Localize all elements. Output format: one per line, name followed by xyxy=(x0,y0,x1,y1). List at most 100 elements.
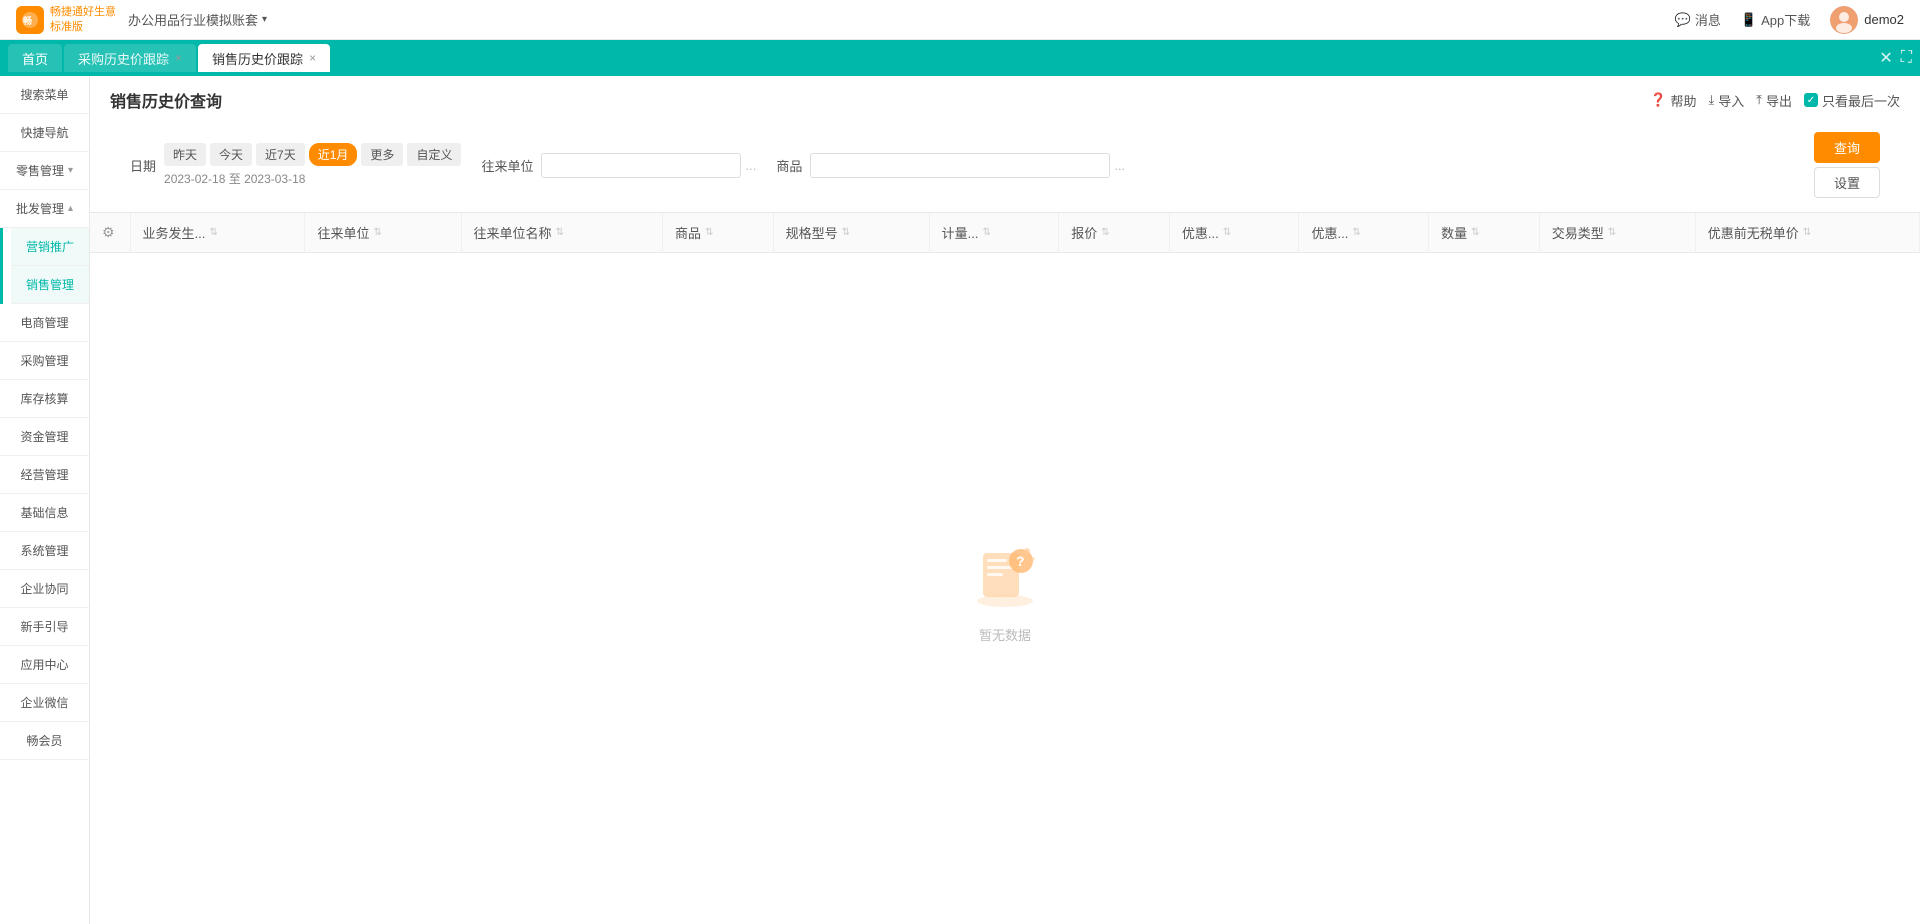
date-btn-custom[interactable]: 自定义 xyxy=(407,143,461,166)
tab-sales-history[interactable]: 销售历史价跟踪 × xyxy=(198,44,330,72)
top-bar-right: 💬 消息 📱 App下载 demo2 xyxy=(1675,6,1904,34)
date-btn-today[interactable]: 今天 xyxy=(210,143,252,166)
sort-icon: ⇅ xyxy=(373,227,381,238)
sidebar-item-member[interactable]: 畅会员 xyxy=(0,722,89,760)
sidebar-item-search-menu[interactable]: 搜索菜单 xyxy=(0,76,89,114)
sales-tab-label: 销售历史价跟踪 xyxy=(212,49,303,68)
page-title: 销售历史价查询 xyxy=(110,88,222,112)
tab-bar: 首页 采购历史价跟踪 × 销售历史价跟踪 × ✕ ⛶ xyxy=(0,40,1920,76)
product-filter-group: 商品 ... xyxy=(776,153,1125,178)
sidebar-item-wholesale-mgmt[interactable]: 批发管理 ▴ xyxy=(0,190,89,228)
sidebar-item-purchase-mgmt[interactable]: 采购管理 xyxy=(0,342,89,380)
search-button[interactable]: 查询 xyxy=(1814,132,1880,163)
table-col-product[interactable]: 商品 ⇅ xyxy=(662,213,773,253)
table-col-trade-type[interactable]: 交易类型 ⇅ xyxy=(1539,213,1695,253)
user-area[interactable]: demo2 xyxy=(1830,6,1904,34)
settings-button[interactable]: 设置 xyxy=(1814,167,1880,198)
sidebar-item-wechat[interactable]: 企业微信 xyxy=(0,684,89,722)
purchase-tab-close-icon[interactable]: × xyxy=(175,52,182,64)
sidebar-item-marketing[interactable]: 营销推广 xyxy=(11,228,89,266)
sort-icon: ⇅ xyxy=(209,227,217,238)
wholesale-mgmt-label: 批发管理 xyxy=(16,200,64,217)
sort-icon: ⇅ xyxy=(1101,227,1109,238)
empty-state: ? 暂无数据 xyxy=(90,253,1920,924)
purchase-tab-label: 采购历史价跟踪 xyxy=(78,49,169,68)
finance-label: 资金管理 xyxy=(20,428,68,445)
product-label: 商品 xyxy=(776,156,802,175)
enterprise-label: 企业协同 xyxy=(20,580,68,597)
date-btn-yesterday[interactable]: 昨天 xyxy=(164,143,206,166)
table-col-settings[interactable]: ⚙ xyxy=(90,213,130,253)
sidebar-item-operations[interactable]: 经营管理 xyxy=(0,456,89,494)
sort-icon: ⇅ xyxy=(1608,227,1616,238)
sort-icon: ⇅ xyxy=(983,227,991,238)
only-last-checkbox[interactable]: 只看最后一次 xyxy=(1804,91,1900,110)
top-bar-left: 畅 畅捷通好生意标准版 办公用品行业模拟账套 ▾ xyxy=(16,5,267,34)
tab-home[interactable]: 首页 xyxy=(8,44,62,72)
page-title-row: 销售历史价查询 ❓ 帮助 ⤓ 导入 ⤒ 导出 xyxy=(110,88,1900,112)
message-button[interactable]: 💬 消息 xyxy=(1675,10,1721,29)
table-col-spec[interactable]: 规格型号 ⇅ xyxy=(773,213,929,253)
data-table: ⚙ 业务发生... ⇅ 往来单位 ⇅ xyxy=(90,213,1920,253)
help-button[interactable]: ❓ 帮助 xyxy=(1650,91,1696,110)
app-center-label: 应用中心 xyxy=(20,656,68,673)
retail-arrow-icon: ▾ xyxy=(68,165,73,176)
tab-purchase-history[interactable]: 采购历史价跟踪 × xyxy=(64,44,196,72)
table-col-unit[interactable]: 计量... ⇅ xyxy=(929,213,1059,253)
export-icon: ⤒ xyxy=(1756,92,1762,108)
product-input[interactable] xyxy=(810,153,1110,178)
table-col-partner-code[interactable]: 往来单位 ⇅ xyxy=(305,213,461,253)
tab-close-all-icon[interactable]: ✕ xyxy=(1879,48,1892,68)
date-range-display: 2023-02-18 至 2023-03-18 xyxy=(164,170,461,187)
export-button[interactable]: ⤒ 导出 xyxy=(1756,91,1792,110)
table-col-pretax-price[interactable]: 优惠前无税单价 ⇅ xyxy=(1695,213,1919,253)
sidebar-item-enterprise[interactable]: 企业协同 xyxy=(0,570,89,608)
sidebar-item-basic-info[interactable]: 基础信息 xyxy=(0,494,89,532)
sidebar-item-quick-nav[interactable]: 快捷导航 xyxy=(0,114,89,152)
date-btn-1month[interactable]: 近1月 xyxy=(309,143,358,166)
inventory-label: 库存核算 xyxy=(20,390,68,407)
sidebar-item-retail-mgmt[interactable]: 零售管理 ▾ xyxy=(0,152,89,190)
table-col-discount1[interactable]: 优惠... ⇅ xyxy=(1169,213,1299,253)
ecommerce-label: 电商管理 xyxy=(20,314,68,331)
app-selector[interactable]: 办公用品行业模拟账套 ▾ xyxy=(128,10,267,29)
download-button[interactable]: 📱 App下载 xyxy=(1741,10,1810,29)
table-col-quote[interactable]: 报价 ⇅ xyxy=(1059,213,1170,253)
sidebar-item-sales-mgmt[interactable]: 销售管理 xyxy=(11,266,89,304)
sidebar-item-system[interactable]: 系统管理 xyxy=(0,532,89,570)
gear-icon[interactable]: ⚙ xyxy=(102,224,115,240)
sort-icon: ⇅ xyxy=(1471,227,1479,238)
empty-illustration: ? xyxy=(965,533,1045,613)
sort-icon: ⇅ xyxy=(1803,227,1811,238)
partner-dots-button[interactable]: ... xyxy=(745,158,756,173)
import-button[interactable]: ⤓ 导入 xyxy=(1708,91,1744,110)
avatar xyxy=(1830,6,1858,34)
table-header: ⚙ 业务发生... ⇅ 往来单位 ⇅ xyxy=(90,213,1920,253)
filter-bar: 日期 昨天 今天 近7天 近1月 更多 自定义 2023-02-18 至 202… xyxy=(110,122,1900,212)
content-area: 销售历史价查询 ❓ 帮助 ⤓ 导入 ⤒ 导出 xyxy=(90,76,1920,924)
tab-fullscreen-icon[interactable]: ⛶ xyxy=(1901,49,1912,67)
sidebar-item-app-center[interactable]: 应用中心 xyxy=(0,646,89,684)
sidebar-item-finance[interactable]: 资金管理 xyxy=(0,418,89,456)
table-col-partner-name[interactable]: 往来单位名称 ⇅ xyxy=(461,213,662,253)
sidebar-item-guide[interactable]: 新手引导 xyxy=(0,608,89,646)
partner-input[interactable] xyxy=(541,153,741,178)
date-btn-more[interactable]: 更多 xyxy=(361,143,403,166)
table-col-business-date[interactable]: 业务发生... ⇅ xyxy=(130,213,305,253)
date-filter-group: 日期 昨天 今天 近7天 近1月 更多 自定义 2023-02-18 至 202… xyxy=(130,143,461,187)
help-icon: ❓ xyxy=(1650,92,1666,108)
date-btn-7days[interactable]: 近7天 xyxy=(256,143,305,166)
table-col-quantity[interactable]: 数量 ⇅ xyxy=(1429,213,1540,253)
system-label: 系统管理 xyxy=(20,542,68,559)
message-icon: 💬 xyxy=(1675,12,1691,28)
wechat-label: 企业微信 xyxy=(20,694,68,711)
table-col-discount2[interactable]: 优惠... ⇅ xyxy=(1299,213,1429,253)
sidebar-item-inventory[interactable]: 库存核算 xyxy=(0,380,89,418)
download-icon: 📱 xyxy=(1741,12,1757,28)
partner-filter-group: 往来单位 ... xyxy=(481,153,756,178)
sales-tab-close-icon[interactable]: × xyxy=(309,52,316,64)
product-dots-button[interactable]: ... xyxy=(1114,158,1125,173)
sidebar-item-ecommerce[interactable]: 电商管理 xyxy=(0,304,89,342)
sort-icon: ⇅ xyxy=(842,227,850,238)
logo-text: 畅捷通好生意标准版 xyxy=(50,5,116,34)
